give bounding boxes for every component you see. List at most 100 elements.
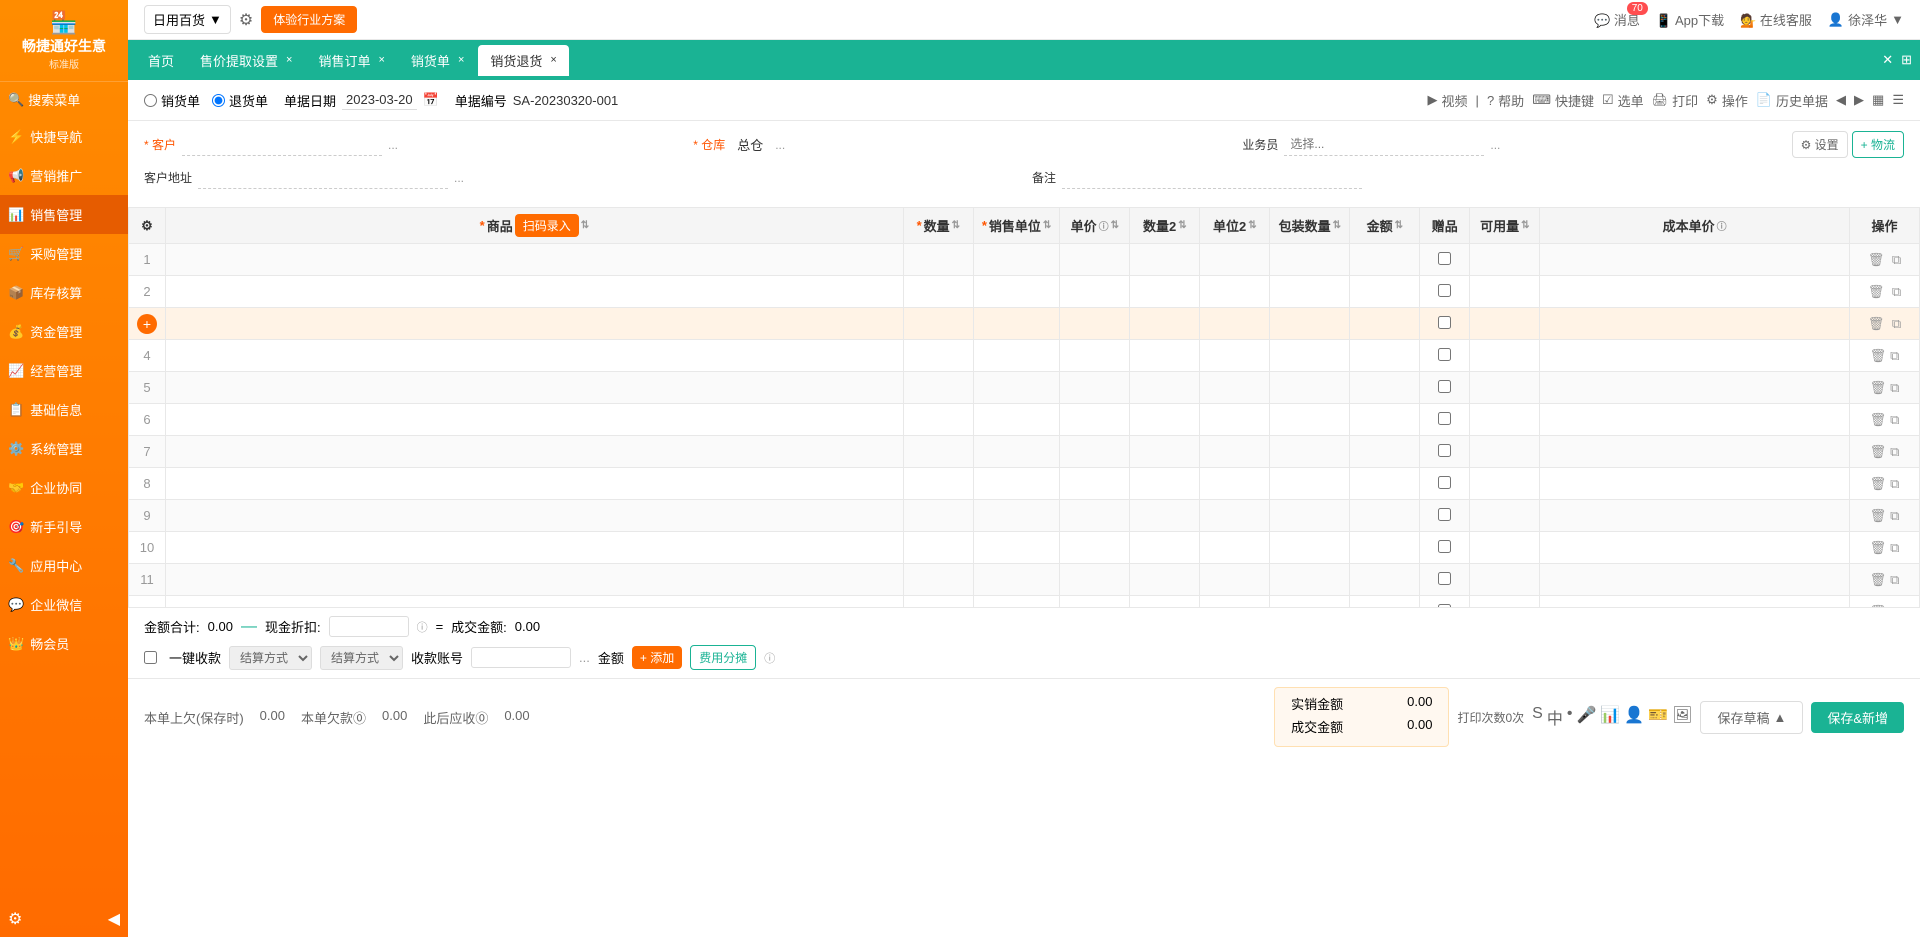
price-cell-active[interactable] xyxy=(1060,308,1130,340)
sidebar-item-app-center[interactable]: 🔧 应用中心 xyxy=(0,546,128,585)
gift-cell-active[interactable] xyxy=(1420,308,1470,340)
sidebar-item-member[interactable]: 👑 畅会员 xyxy=(0,624,128,663)
grid-view-icon[interactable]: ▦ xyxy=(1872,92,1884,108)
amount-cell[interactable] xyxy=(1350,244,1420,276)
warehouse-dots[interactable]: ... xyxy=(775,138,785,152)
experience-button[interactable]: 体验行业方案 xyxy=(261,6,357,33)
sidebar-item-search[interactable]: 🔍 搜索菜单 xyxy=(0,82,128,117)
tab-close-icon[interactable]: × xyxy=(378,54,384,66)
copy-icon[interactable]: ⧉ xyxy=(1890,540,1899,555)
settings-bottom-icon[interactable]: ⚙ xyxy=(8,909,22,929)
header-settings-icon[interactable]: ⚙ xyxy=(239,10,253,30)
goods-cell[interactable] xyxy=(166,244,904,276)
delete-icon[interactable]: 🗑 xyxy=(1870,540,1887,555)
copy-icon[interactable]: ⧉ xyxy=(1890,348,1899,363)
help-action[interactable]: ? 帮助 xyxy=(1487,91,1524,110)
tab-sales-return[interactable]: 销货退货 × xyxy=(478,45,568,76)
qty2-cell[interactable] xyxy=(1130,276,1200,308)
cost-cell[interactable] xyxy=(1540,244,1850,276)
sidebar-item-finance[interactable]: 💰 资金管理 xyxy=(0,312,128,351)
qty2-cell-active[interactable] xyxy=(1130,308,1200,340)
goods-cell[interactable] xyxy=(166,500,904,532)
goods-cell[interactable] xyxy=(166,404,904,436)
gift-checkbox[interactable] xyxy=(1438,380,1451,393)
pkg-cell-active[interactable] xyxy=(1270,308,1350,340)
goods-cell[interactable] xyxy=(166,532,904,564)
expense-split-button[interactable]: 费用分摊 xyxy=(690,645,756,670)
history-action[interactable]: 📄 历史单据 xyxy=(1756,91,1828,110)
unit-cell[interactable] xyxy=(973,276,1059,308)
pkg-cell[interactable] xyxy=(1270,244,1350,276)
delete-icon[interactable]: 🗑 xyxy=(1868,316,1885,331)
sidebar-item-tutorial[interactable]: 🎯 新手引导 xyxy=(0,507,128,546)
salesperson-input[interactable] xyxy=(1284,133,1484,156)
sidebar-item-quick-nav[interactable]: ⚡ 快捷导航 xyxy=(0,117,128,156)
copy-icon[interactable]: ⧉ xyxy=(1890,412,1899,427)
delete-icon[interactable]: 🗑 xyxy=(1870,380,1887,395)
customer-dots[interactable]: ... xyxy=(388,138,398,152)
copy-icon[interactable]: ⧉ xyxy=(1892,252,1901,267)
gift-cell[interactable] xyxy=(1420,276,1470,308)
unit-cell-active[interactable] xyxy=(973,308,1059,340)
radio-sales-input[interactable] xyxy=(144,94,157,107)
shortcut-icon-2[interactable]: 中 xyxy=(1547,705,1563,729)
copy-icon[interactable]: ⧉ xyxy=(1890,444,1899,459)
price-cell[interactable] xyxy=(1060,276,1130,308)
sidebar-item-sales[interactable]: 📊 销售管理 xyxy=(0,195,128,234)
radio-sales[interactable]: 销货单 xyxy=(144,91,200,110)
delete-icon[interactable]: 🗑 xyxy=(1870,476,1887,491)
copy-icon[interactable]: ⧉ xyxy=(1892,284,1901,299)
tab-close-icon[interactable]: × xyxy=(458,54,464,66)
scan-button[interactable]: 扫码录入 xyxy=(515,214,579,237)
one-click-payment-checkbox[interactable] xyxy=(144,651,157,664)
avail-sort-icon[interactable]: ⇅ xyxy=(1521,220,1529,231)
save-draft-button[interactable]: 保存草稿 ▲ xyxy=(1700,701,1803,734)
addr-dots[interactable]: ... xyxy=(454,171,464,185)
account-dots[interactable]: ... xyxy=(579,650,590,665)
collapse-icon[interactable]: ◀ xyxy=(108,909,120,929)
remark-input[interactable] xyxy=(1062,166,1362,189)
discount-input[interactable] xyxy=(329,616,409,637)
gift-checkbox[interactable] xyxy=(1438,252,1451,265)
gift-checkbox[interactable] xyxy=(1438,348,1451,361)
sidebar-item-wechat[interactable]: 💬 企业微信 xyxy=(0,585,128,624)
operation-action[interactable]: ⚙ 操作 xyxy=(1706,91,1748,110)
gift-checkbox[interactable] xyxy=(1438,476,1451,489)
tab-home[interactable]: 首页 xyxy=(136,45,186,76)
unit-cell[interactable] xyxy=(973,244,1059,276)
copy-icon[interactable]: ⧉ xyxy=(1890,604,1899,608)
radio-return[interactable]: 退货单 xyxy=(212,91,268,110)
qty-cell-active[interactable] xyxy=(903,308,973,340)
delete-icon[interactable]: 🗑 xyxy=(1868,252,1885,267)
sidebar-item-purchase[interactable]: 🛒 采购管理 xyxy=(0,234,128,273)
shortcut-icon-1[interactable]: S xyxy=(1532,705,1543,729)
sidebar-item-inventory[interactable]: 📦 库存核算 xyxy=(0,273,128,312)
amount-sort-icon[interactable]: ⇅ xyxy=(1395,220,1403,231)
gift-cell[interactable] xyxy=(1420,244,1470,276)
salesperson-dots[interactable]: ... xyxy=(1490,138,1500,152)
qty2-sort-icon[interactable]: ⇅ xyxy=(1178,220,1186,231)
shortcut-icon-7[interactable]: 🎫 xyxy=(1648,705,1668,729)
calendar-icon[interactable]: 📅 xyxy=(423,92,439,108)
delete-icon[interactable]: 🗑 xyxy=(1870,348,1887,363)
close-window-icon[interactable]: ✕ xyxy=(1882,52,1893,68)
goods-cell[interactable] xyxy=(166,468,904,500)
goods-cell[interactable] xyxy=(166,372,904,404)
date-value[interactable]: 2023-03-20 xyxy=(342,90,417,110)
amount-cell-active[interactable] xyxy=(1350,308,1420,340)
add-payment-button[interactable]: + 添加 xyxy=(632,646,682,669)
delete-icon[interactable]: 🗑 xyxy=(1868,284,1885,299)
pkg-sort-icon[interactable]: ⇅ xyxy=(1333,220,1341,231)
sidebar-item-business[interactable]: 📈 经营管理 xyxy=(0,351,128,390)
goods-input[interactable] xyxy=(174,316,895,331)
gift-checkbox[interactable] xyxy=(1438,508,1451,521)
unit2-sort-icon[interactable]: ⇅ xyxy=(1248,220,1256,231)
gift-checkbox[interactable] xyxy=(1438,540,1451,553)
delete-icon[interactable]: 🗑 xyxy=(1870,508,1887,523)
customer-input[interactable] xyxy=(182,133,382,156)
shortcut-icon-5[interactable]: 📊 xyxy=(1600,705,1620,729)
col-settings-header[interactable]: ⚙ xyxy=(129,208,166,244)
delete-icon[interactable]: 🗑 xyxy=(1870,412,1887,427)
qty-cell[interactable] xyxy=(903,276,973,308)
copy-icon[interactable]: ⧉ xyxy=(1890,572,1899,587)
